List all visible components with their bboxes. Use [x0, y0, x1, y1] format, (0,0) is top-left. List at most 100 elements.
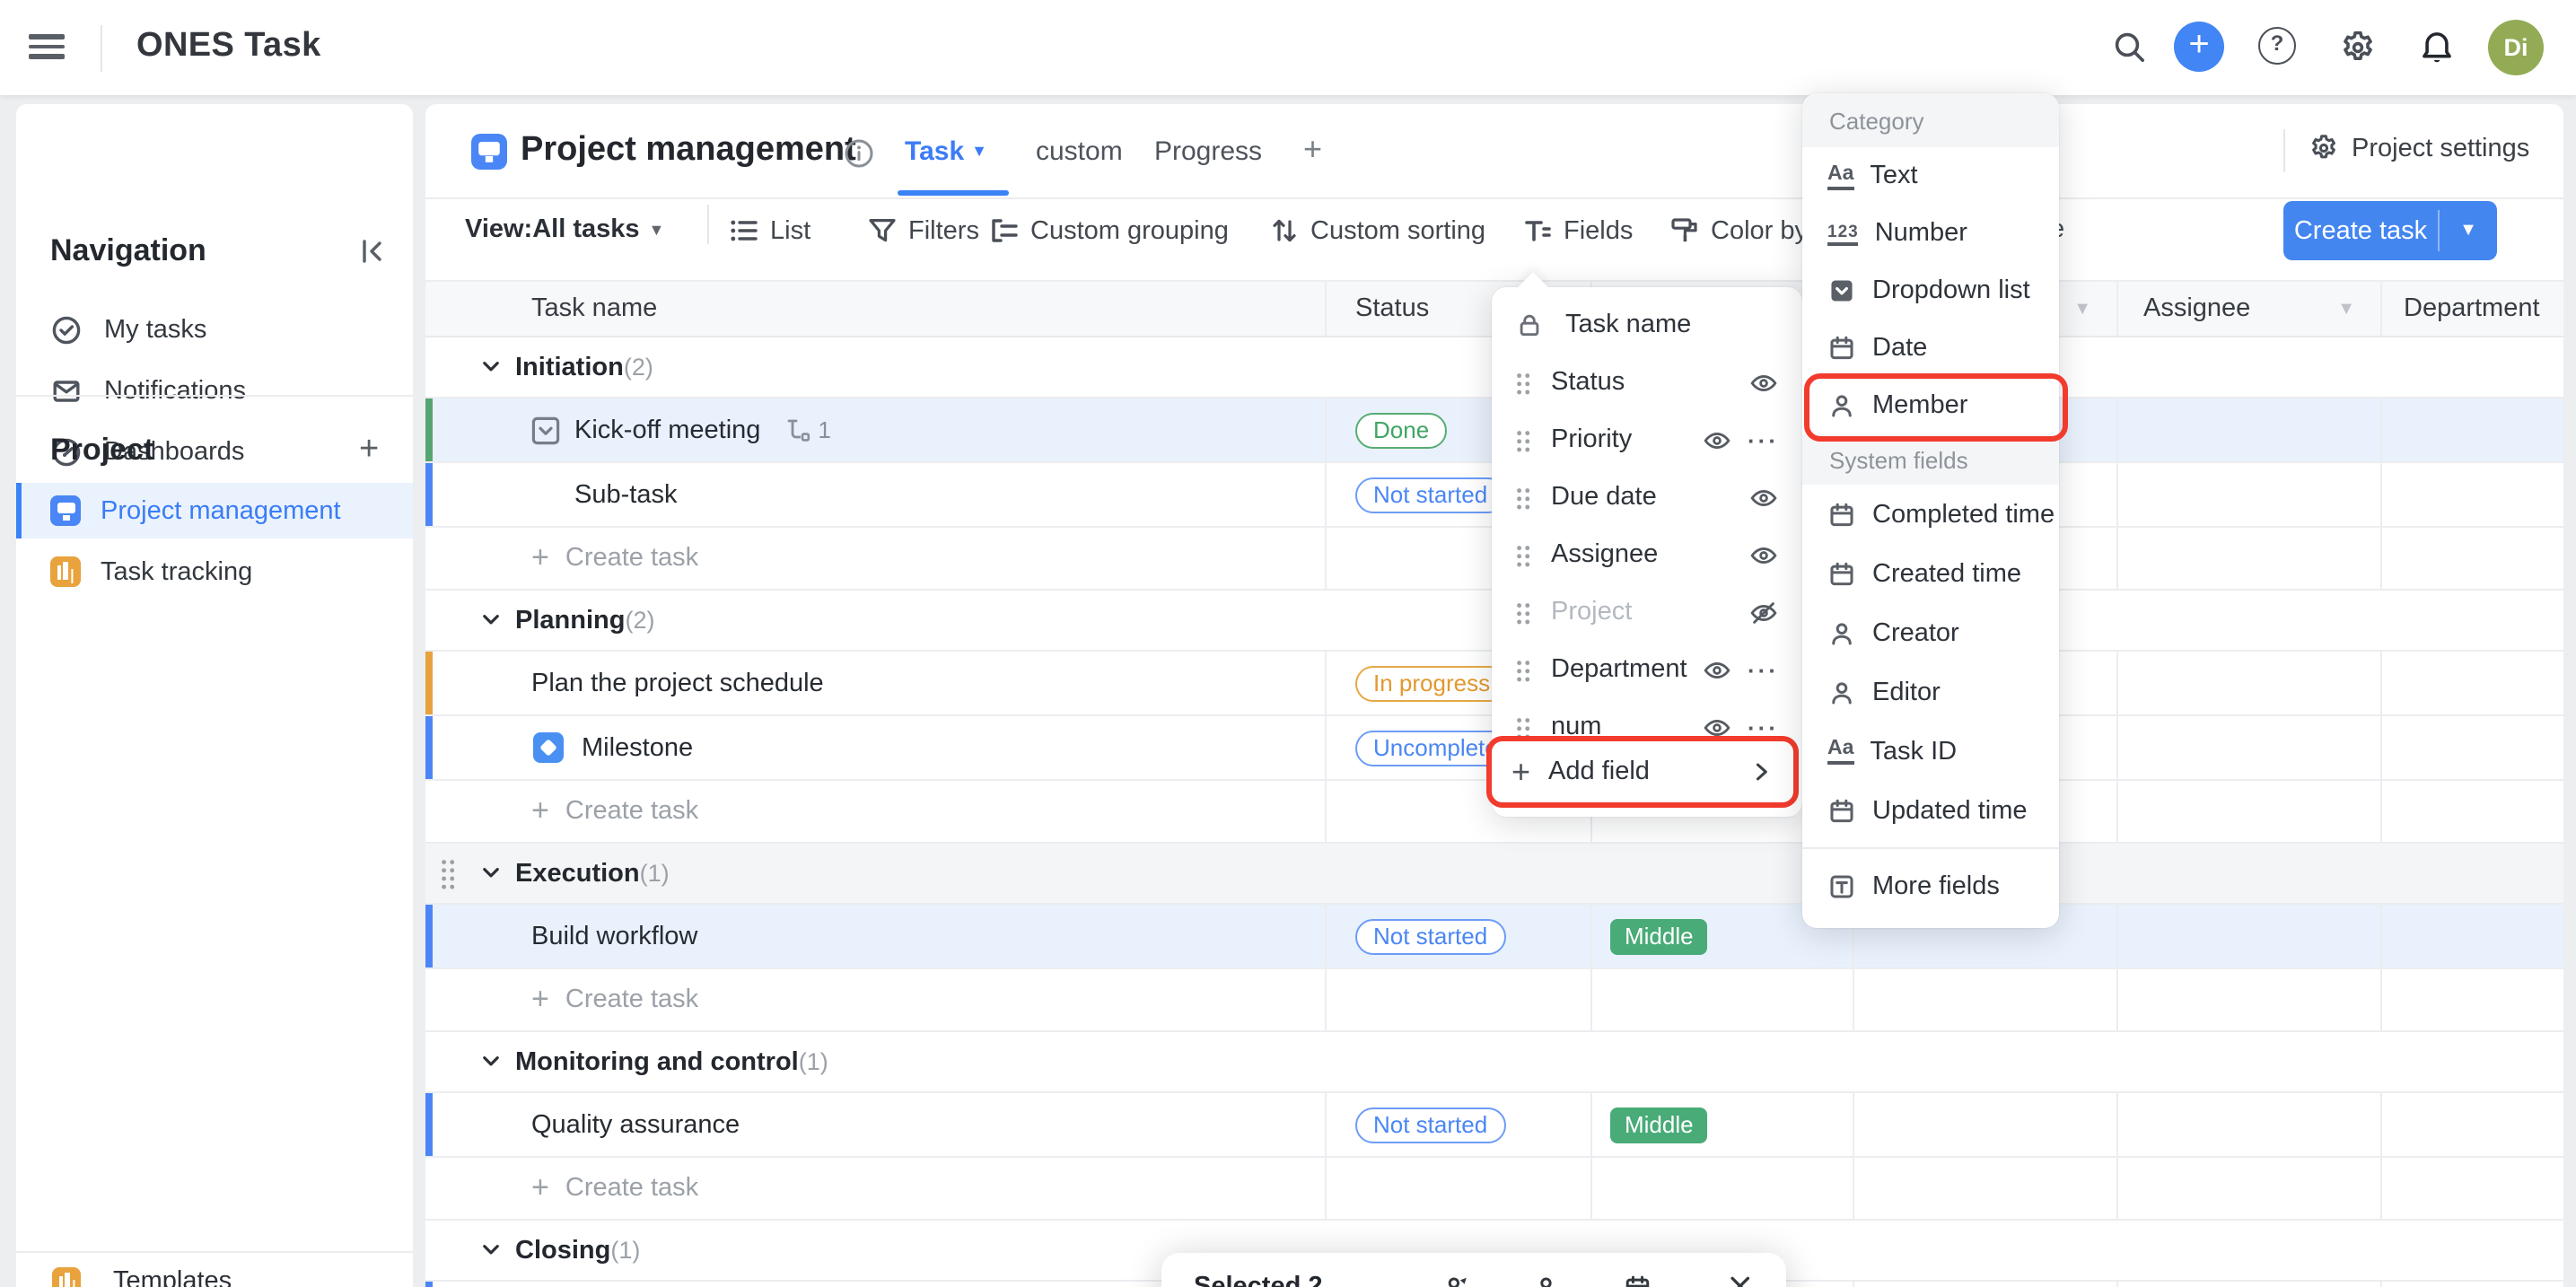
sort-caret-icon[interactable]: ▼ [2337, 299, 2355, 319]
fields-menu-item-status[interactable]: Status [1492, 354, 1802, 411]
create-task-inline[interactable]: + Create task [531, 1170, 698, 1206]
status-badge[interactable]: In progress [1355, 665, 1509, 701]
chevron-down-icon[interactable] [479, 1050, 503, 1073]
submenu-item-more-fields[interactable]: More fields [1802, 856, 2059, 915]
task-name[interactable]: Plan the project schedule [531, 669, 824, 697]
user-avatar[interactable]: Di [2488, 20, 2544, 75]
member-icon[interactable] [1532, 1271, 1562, 1287]
sidebar-item-project-management[interactable]: Project management [16, 483, 413, 538]
eye-icon[interactable] [1748, 367, 1779, 398]
info-icon[interactable] [844, 138, 874, 169]
sort-caret-icon[interactable]: ▼ [2073, 299, 2091, 319]
create-task-row[interactable]: + Create task [425, 1158, 2563, 1221]
task-name[interactable]: Build workflow [531, 922, 697, 950]
table-row-build-workflow[interactable]: Build workflow Not started Middle [425, 905, 2563, 969]
project-settings-button[interactable]: Project settings [2309, 133, 2529, 163]
submenu-item-dropdown-list[interactable]: Dropdown list [1802, 262, 2059, 320]
submenu-item-editor[interactable]: Editor [1802, 662, 2059, 722]
subtask-indicator[interactable]: 1 [784, 416, 831, 443]
status-badge[interactable]: Not started [1355, 477, 1506, 512]
toolbar-custom-sorting-button[interactable]: Custom sorting [1269, 215, 1485, 246]
assign-member-icon[interactable] [1441, 1271, 1471, 1287]
gear-icon[interactable] [2339, 29, 2377, 66]
drag-handle-icon[interactable] [1515, 371, 1529, 394]
search-icon[interactable] [2111, 29, 2149, 66]
create-task-inline[interactable]: + Create task [531, 982, 698, 1018]
create-task-dropdown-caret[interactable]: ▼ [2440, 201, 2497, 260]
add-view-tab[interactable]: + [1303, 131, 1322, 169]
create-new-button[interactable]: + [2174, 22, 2224, 72]
fields-menu-item-assignee[interactable]: Assignee [1492, 526, 1802, 583]
submenu-item-task-id[interactable]: Aa Task ID [1802, 722, 2059, 781]
create-task-inline[interactable]: + Create task [531, 540, 698, 576]
submenu-item-member[interactable]: Member [1802, 377, 2059, 434]
submenu-item-date[interactable]: Date [1802, 320, 2059, 377]
sidebar-item-templates[interactable]: Templates [52, 1267, 232, 1287]
drag-handle-icon[interactable] [1515, 543, 1529, 566]
table-row-quality-assurance[interactable]: Quality assurance Not started Middle [425, 1093, 2563, 1158]
view-selector[interactable]: View:All tasks ▼ [465, 215, 664, 244]
eye-icon[interactable] [1748, 539, 1779, 570]
column-header-assignee[interactable]: Assignee ▼ [2118, 282, 2382, 336]
add-field-menu-item[interactable]: + Add field [1486, 736, 1799, 808]
add-project-icon[interactable]: + [359, 431, 379, 470]
notification-bell-icon[interactable] [2418, 29, 2456, 66]
task-type-checkbox-icon[interactable] [531, 416, 560, 444]
column-header-task-name[interactable]: Task name [425, 282, 1327, 336]
tab-task[interactable]: Task ▼ [905, 136, 987, 167]
toolbar-list-button[interactable]: List [729, 215, 810, 246]
chevron-down-icon[interactable] [479, 1239, 503, 1262]
submenu-item-created-time[interactable]: Created time [1802, 544, 2059, 603]
sidebar-item-my-tasks[interactable]: My tasks [16, 302, 413, 359]
sidebar-item-notifications[interactable]: Notifications [16, 363, 413, 420]
submenu-item-creator[interactable]: Creator [1802, 603, 2059, 662]
status-badge[interactable]: Done [1355, 412, 1448, 448]
more-options-icon[interactable]: ··· [1748, 656, 1779, 683]
eye-icon[interactable] [1701, 654, 1731, 685]
chevron-down-icon[interactable] [479, 862, 503, 885]
priority-badge[interactable]: Middle [1610, 1107, 1708, 1143]
create-task-button[interactable]: Create task ▼ [2283, 201, 2497, 260]
more-options-icon[interactable]: ··· [1748, 426, 1779, 453]
drag-handle-icon[interactable] [1515, 428, 1529, 451]
calendar-icon[interactable] [1623, 1271, 1652, 1287]
drag-handle-icon[interactable] [1515, 486, 1529, 509]
task-name[interactable]: Milestone [582, 733, 693, 762]
collapse-sidebar-icon[interactable] [357, 237, 386, 266]
priority-badge[interactable]: Middle [1610, 918, 1708, 954]
submenu-item-text[interactable]: Aa Text [1802, 147, 2059, 205]
task-name[interactable]: Sub-task [574, 480, 677, 509]
tab-custom[interactable]: custom [1036, 136, 1123, 167]
fields-menu-item-due-date[interactable]: Due date [1492, 468, 1802, 526]
create-task-row[interactable]: + Create task [425, 969, 2563, 1032]
sidebar-item-task-tracking[interactable]: Task tracking [16, 544, 413, 600]
drag-handle-icon[interactable] [1515, 600, 1529, 624]
group-row-monitoring-and-control[interactable]: Monitoring and control (1) [425, 1032, 2563, 1093]
status-badge[interactable]: Not started [1355, 1107, 1506, 1143]
chevron-down-icon[interactable] [479, 608, 503, 632]
close-icon[interactable] [1728, 1271, 1754, 1287]
chevron-down-icon[interactable] [479, 355, 503, 379]
task-name[interactable]: Kick-off meeting [574, 416, 760, 444]
toolbar-custom-grouping-button[interactable]: Custom grouping [989, 215, 1229, 246]
tab-progress[interactable]: Progress [1154, 136, 1262, 167]
fields-menu-item-task-name[interactable]: Task name [1492, 296, 1802, 354]
toolbar-fields-button[interactable]: Fields [1522, 215, 1633, 246]
toolbar-color-by-button[interactable]: Color by [1669, 215, 1808, 246]
column-header-department[interactable]: Department [2382, 282, 2563, 336]
help-icon[interactable]: ? [2258, 27, 2296, 65]
create-task-label[interactable]: Create task [2283, 201, 2438, 260]
fields-menu-item-department[interactable]: Department ··· [1492, 641, 1802, 698]
submenu-item-number[interactable]: 123 Number [1802, 205, 2059, 262]
status-badge[interactable]: Not started [1355, 918, 1506, 954]
hamburger-menu-icon[interactable] [29, 34, 65, 59]
fields-menu-item-project[interactable]: Project [1492, 583, 1802, 641]
fields-menu-item-priority[interactable]: Priority ··· [1492, 411, 1802, 468]
submenu-item-updated-time[interactable]: Updated time [1802, 781, 2059, 840]
create-task-inline[interactable]: + Create task [531, 793, 698, 829]
eye-icon[interactable] [1748, 482, 1779, 512]
task-name[interactable]: Quality assurance [531, 1110, 740, 1139]
eye-off-icon[interactable] [1748, 597, 1779, 627]
submenu-item-completed-time[interactable]: Completed time [1802, 485, 2059, 544]
toolbar-filters-button[interactable]: Filters [867, 215, 979, 246]
